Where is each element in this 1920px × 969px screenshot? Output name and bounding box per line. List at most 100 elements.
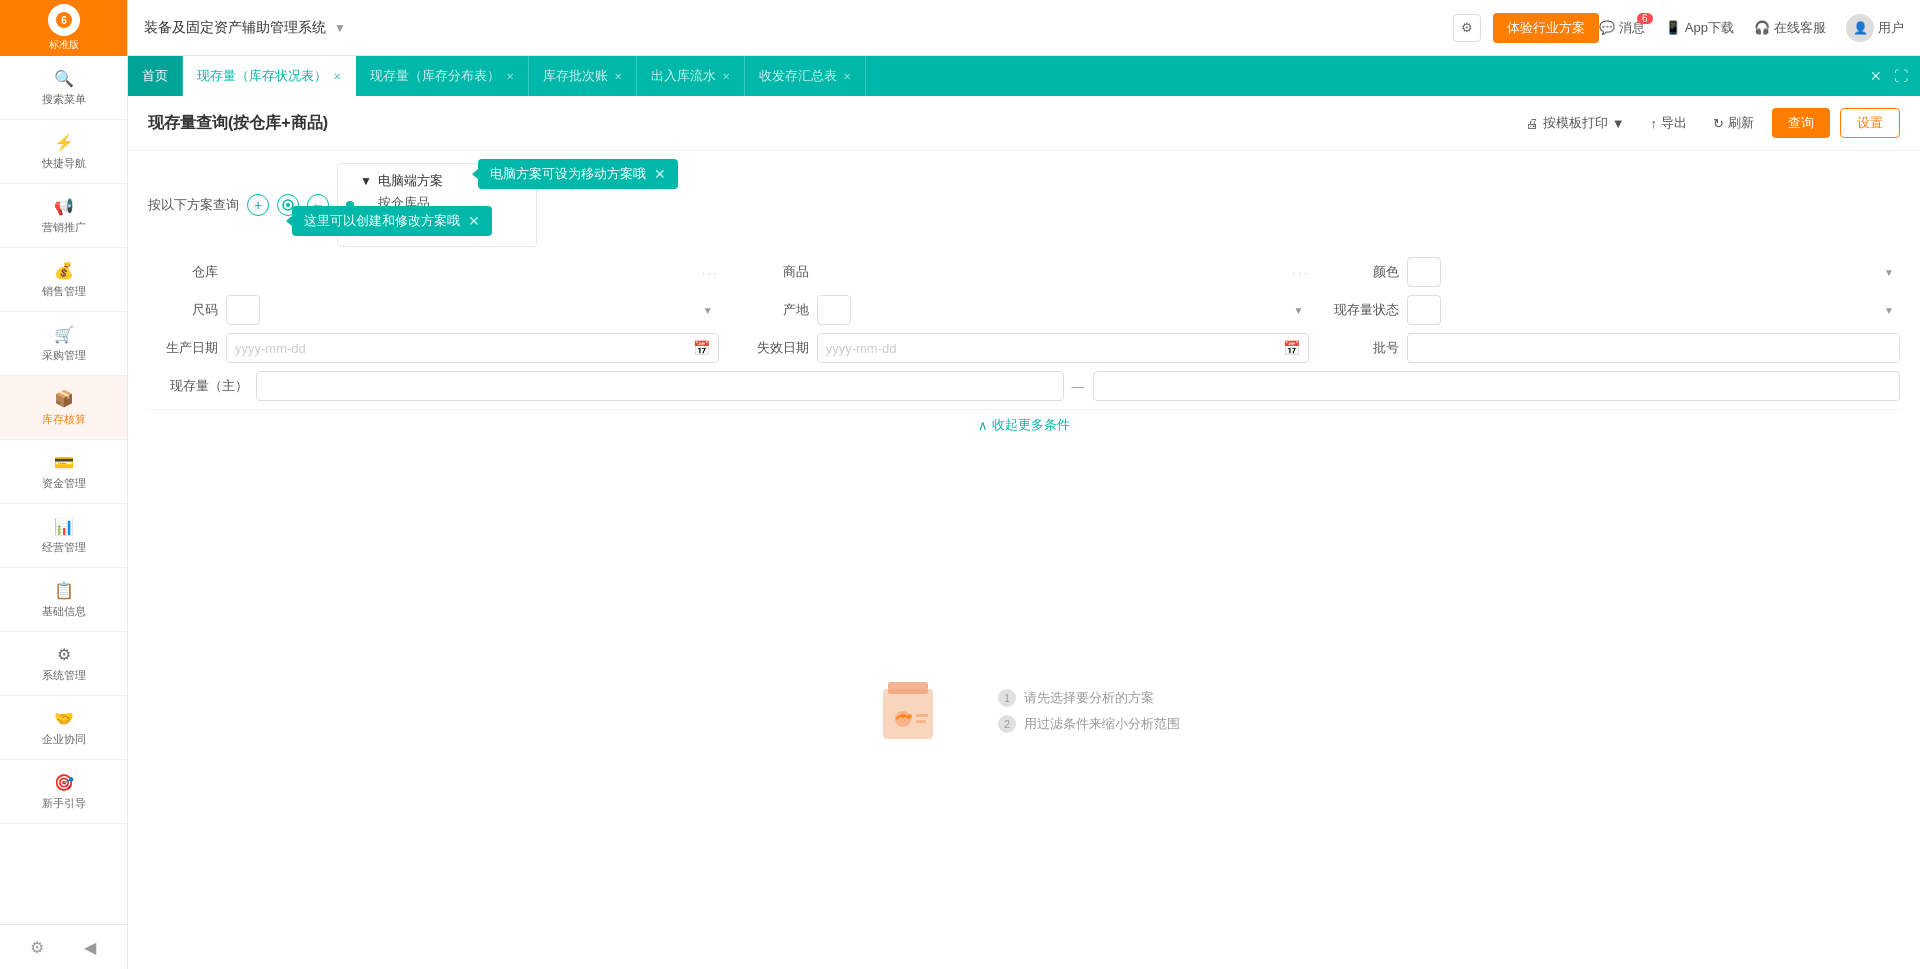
industry-button[interactable]: 体验行业方案 (1493, 13, 1599, 43)
page-header: 现存量查询(按仓库+商品) 🖨 按模板打印 ▼ ↑ 导出 ↻ 刷新 查询 设置 (128, 96, 1920, 151)
popover-create-scheme: 这里可以创建和修改方案哦 ✕ (292, 206, 492, 236)
tab-label: 首页 (142, 67, 168, 85)
popover-text: 电脑方案可设为移动方案哦 (490, 165, 646, 183)
gear-button[interactable]: ⚙ (1453, 14, 1481, 42)
tab-summary[interactable]: 收发存汇总表 ✕ (745, 56, 866, 96)
warehouse-dots[interactable]: ··· (226, 265, 719, 280)
stock-status-label: 现存量状态 (1329, 301, 1399, 319)
empty-step-2-label: 用过滤条件来缩小分析范围 (1024, 715, 1180, 733)
warehouse-label: 仓库 (148, 263, 218, 281)
color-select[interactable] (1407, 257, 1441, 287)
user-label: 用户 (1878, 19, 1904, 37)
stock-range: — (256, 371, 1900, 401)
stock-range-max[interactable] (1093, 371, 1901, 401)
sidebar-item-enterprise[interactable]: 🤝 企业协同 (0, 696, 127, 760)
stock-status-field: 现存量状态 ▼ (1329, 295, 1900, 325)
refresh-button[interactable]: ↻ 刷新 (1705, 110, 1762, 136)
sidebar-item-guide[interactable]: 🎯 新手引导 (0, 760, 127, 824)
prod-date-input[interactable]: yyyy-mm-dd 📅 (226, 333, 719, 363)
svg-rect-5 (888, 682, 928, 694)
tab-close-icon[interactable]: ✕ (722, 71, 730, 82)
sidebar-item-operations[interactable]: 📊 经营管理 (0, 504, 127, 568)
tab-home[interactable]: 首页 (128, 56, 183, 96)
collapse-icon[interactable]: ◀ (78, 935, 102, 959)
batch-field: 批号 (1329, 333, 1900, 363)
popover-arrow-2 (286, 216, 292, 226)
tab-close-icon[interactable]: ✕ (614, 71, 622, 82)
search-icon: 🔍 (54, 68, 74, 88)
sidebar-item-inventory[interactable]: 📦 库存核算 (0, 376, 127, 440)
sidebar-item-purchase[interactable]: 🛒 采购管理 (0, 312, 127, 376)
size-select[interactable] (226, 295, 260, 325)
chart-icon: 📊 (54, 516, 74, 536)
empty-text-area: 1 请先选择要分析的方案 2 用过滤条件来缩小分析范围 (998, 689, 1180, 733)
origin-label: 产地 (739, 301, 809, 319)
sidebar-item-nav[interactable]: ⚡ 快捷导航 (0, 120, 127, 184)
calendar-icon-expire: 📅 (1283, 340, 1300, 356)
tab-inventory-status[interactable]: 现存量（库存状况表） ✕ (183, 56, 356, 96)
stock-status-select-wrapper: ▼ (1407, 295, 1900, 325)
message-item[interactable]: 💬 消息 6 (1599, 19, 1645, 37)
sidebar-logo: 6 标准版 (0, 0, 127, 56)
tab-label: 收发存汇总表 (759, 67, 837, 85)
tab-right-buttons: ✕ ⛶ (1866, 64, 1920, 88)
sidebar-item-marketing[interactable]: 📢 营销推广 (0, 184, 127, 248)
close-all-tabs-icon[interactable]: ✕ (1866, 64, 1886, 88)
online-service-item[interactable]: 🎧 在线客服 (1754, 19, 1826, 37)
range-sep: — (1068, 379, 1089, 394)
popover-close-1[interactable]: ✕ (654, 166, 666, 182)
popover-close-2[interactable]: ✕ (468, 213, 480, 229)
size-select-wrapper: ▼ (226, 295, 719, 325)
handshake-icon: 🤝 (54, 708, 74, 728)
sidebar-item-system[interactable]: ⚙ 系统管理 (0, 632, 127, 696)
size-field: 尺码 ▼ (148, 295, 719, 325)
tab-in-out-flow[interactable]: 出入库流水 ✕ (637, 56, 745, 96)
tab-close-icon[interactable]: ✕ (843, 71, 851, 82)
print-button[interactable]: 🖨 按模板打印 ▼ (1518, 110, 1633, 136)
sidebar-item-finance[interactable]: 💳 资金管理 (0, 440, 127, 504)
app-download-item[interactable]: 📱 App下载 (1665, 19, 1734, 37)
add-scheme-button[interactable]: + (247, 194, 269, 216)
stock-range-min[interactable] (256, 371, 1064, 401)
set-button[interactable]: 设置 (1840, 108, 1900, 138)
tab-close-icon[interactable]: ✕ (333, 71, 341, 82)
product-field: 商品 ··· (739, 257, 1310, 287)
color-dropdown-arrow: ▼ (1884, 267, 1894, 278)
pc-section-label: 电脑端方案 (378, 172, 443, 190)
user-item[interactable]: 👤 用户 (1846, 14, 1904, 42)
sidebar-item-basic[interactable]: 📋 基础信息 (0, 568, 127, 632)
stock-status-select[interactable] (1407, 295, 1441, 325)
origin-field: 产地 ▼ (739, 295, 1310, 325)
settings-bottom-icon[interactable]: ⚙ (25, 935, 49, 959)
export-label: 导出 (1661, 114, 1687, 132)
product-dots[interactable]: ··· (817, 265, 1310, 280)
expire-date-input[interactable]: yyyy-mm-dd 📅 (817, 333, 1310, 363)
tab-inventory-distribution[interactable]: 现存量（库存分布表） ✕ (356, 56, 529, 96)
tab-close-icon[interactable]: ✕ (506, 71, 514, 82)
origin-select[interactable] (817, 295, 851, 325)
origin-select-wrapper: ▼ (817, 295, 1310, 325)
empty-state-content: 1 请先选择要分析的方案 2 用过滤条件来缩小分析范围 (868, 664, 1180, 757)
tab-bar: 首页 现存量（库存状况表） ✕ 现存量（库存分布表） ✕ 库存批次账 ✕ 出入库… (128, 56, 1920, 96)
origin-dropdown-arrow: ▼ (1293, 305, 1303, 316)
svg-point-8 (908, 714, 912, 718)
empty-step-1: 1 请先选择要分析的方案 (998, 689, 1154, 707)
calendar-icon-prod: 📅 (693, 340, 710, 356)
batch-input[interactable] (1407, 333, 1900, 363)
filter-area: 按以下方案查询 + ← (128, 151, 1920, 452)
fullscreen-icon[interactable]: ⛶ (1890, 64, 1912, 88)
sidebar-item-sales[interactable]: 💰 销售管理 (0, 248, 127, 312)
popover-arrow (472, 169, 478, 179)
svg-point-3 (286, 203, 290, 207)
search-button[interactable]: 查询 (1772, 108, 1830, 138)
export-button[interactable]: ↑ 导出 (1643, 110, 1696, 136)
logo-icon: 6 (48, 4, 80, 36)
filter-row-4: 现存量（主） — (148, 371, 1900, 401)
export-icon: ↑ (1651, 116, 1658, 131)
sidebar-item-label: 系统管理 (42, 668, 86, 683)
tab-batch-account[interactable]: 库存批次账 ✕ (529, 56, 637, 96)
collapse-more-conditions[interactable]: ∧ 收起更多条件 (148, 409, 1900, 440)
header-right: 💬 消息 6 📱 App下载 🎧 在线客服 👤 用户 (1599, 14, 1904, 42)
tab-label: 出入库流水 (651, 67, 716, 85)
sidebar-item-search[interactable]: 🔍 搜索菜单 (0, 56, 127, 120)
